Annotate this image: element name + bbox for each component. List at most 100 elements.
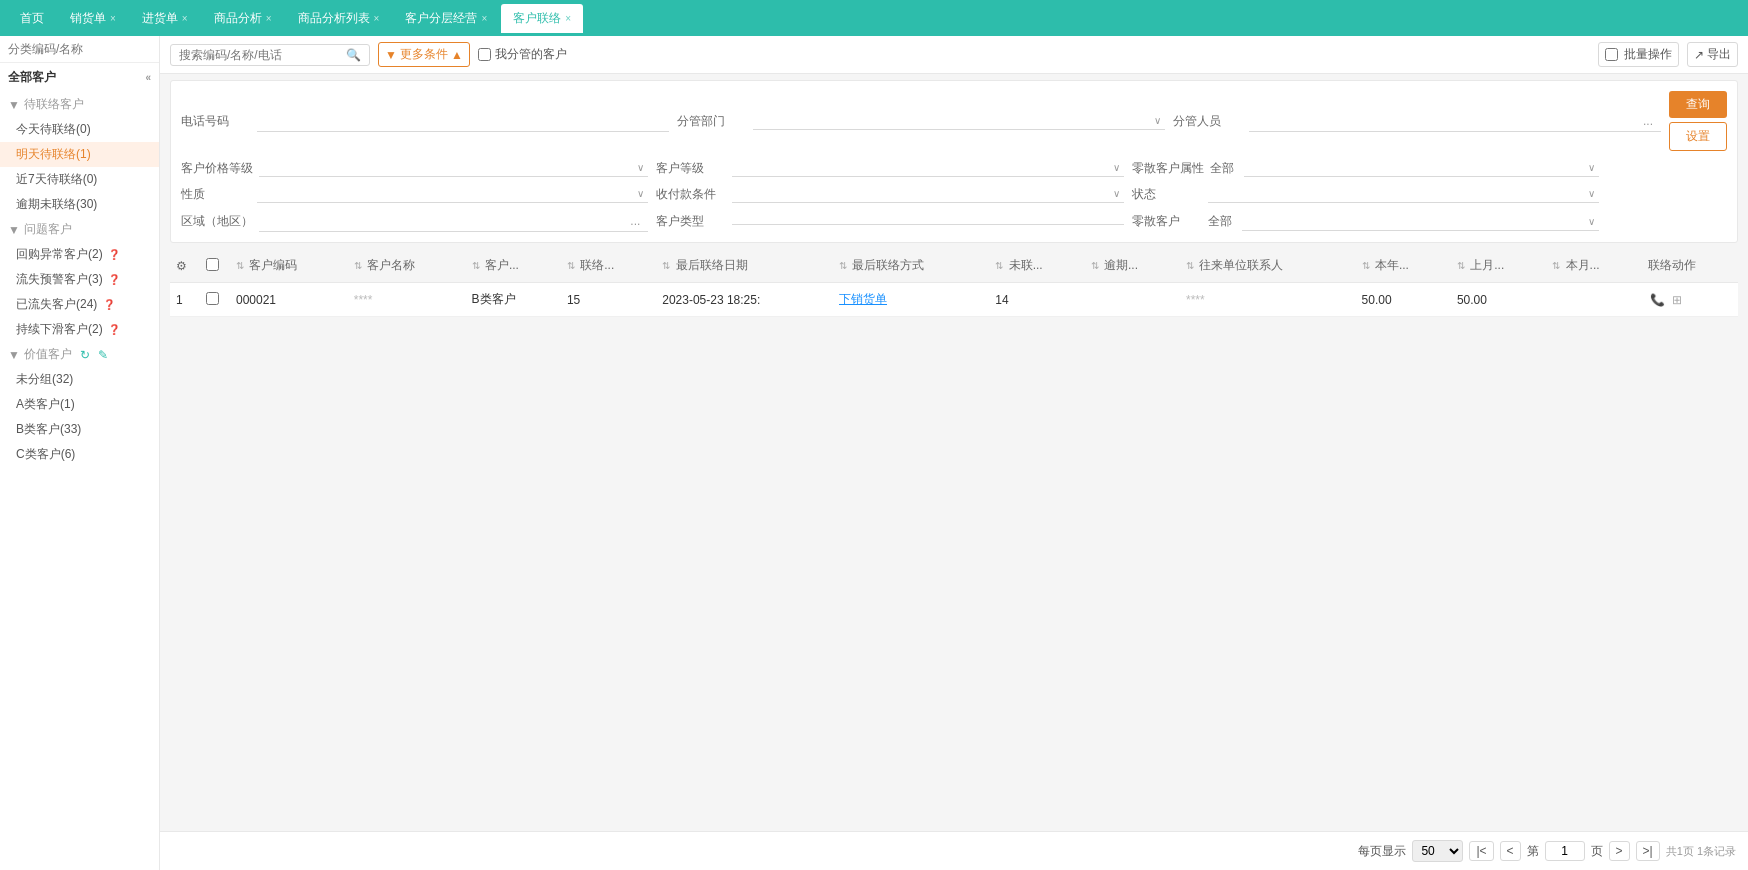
sidebar-item-overdue[interactable]: 逾期未联络(30) <box>0 192 159 217</box>
all-customers-header[interactable]: 全部客户 « <box>0 63 159 92</box>
filter-customer-level: 客户等级 ∨ <box>656 159 1123 177</box>
nav-analysis-list[interactable]: 商品分析列表 × <box>286 4 392 33</box>
row-actions: 📞 ⊞ <box>1642 283 1738 317</box>
export-button[interactable]: ↗ 导出 <box>1687 42 1738 67</box>
group-label-pending: ▼ 待联络客户 <box>0 92 159 117</box>
nature-label: 性质 <box>181 186 251 203</box>
sidebar-item-b-class[interactable]: B类客户(33) <box>0 417 159 442</box>
refresh-icon[interactable]: ↻ <box>80 348 90 362</box>
search-icon[interactable]: 🔍 <box>346 48 361 62</box>
last-page-button[interactable]: >| <box>1636 841 1660 861</box>
action-phone-icon[interactable]: 📞 <box>1650 293 1665 307</box>
retail-select[interactable]: ∨ <box>1242 213 1599 231</box>
query-button[interactable]: 查询 <box>1669 91 1727 118</box>
col-last-month: ⇅ 上月... <box>1451 249 1546 283</box>
row-code: 000021 <box>230 283 348 317</box>
first-page-button[interactable]: |< <box>1469 841 1493 861</box>
sidebar-item-7days[interactable]: 近7天待联络(0) <box>0 167 159 192</box>
action-grid-icon[interactable]: ⊞ <box>1672 293 1682 307</box>
search-box: 🔍 <box>170 44 370 66</box>
filter-person: 分管人员 ... <box>1173 111 1661 132</box>
nav-customer-contact[interactable]: 客户联络 × <box>501 4 583 33</box>
my-customers-checkbox[interactable]: 我分管的客户 <box>478 46 567 63</box>
sidebar-search-input[interactable] <box>8 42 158 56</box>
page-suffix: 页 <box>1591 843 1603 860</box>
status-select[interactable]: ∨ <box>1208 185 1599 203</box>
sidebar-item-declining[interactable]: 持续下滑客户(2) ❓ <box>0 317 159 342</box>
bulk-action-button[interactable]: 批量操作 <box>1598 42 1679 67</box>
filter-type: 客户类型 <box>656 213 1123 230</box>
col-overdue: ⇅ 逾期... <box>1085 249 1180 283</box>
row-last-method[interactable]: 下销货单 <box>833 283 989 317</box>
search-input[interactable] <box>179 48 342 62</box>
row-current-month <box>1546 283 1641 317</box>
type-select[interactable] <box>732 218 1123 225</box>
filter-row-1: 电话号码 分管部门 ∨ 分管人员 ... 查询 设置 <box>181 91 1727 151</box>
nav-purchase[interactable]: 进货单 × <box>130 4 200 33</box>
edit-icon[interactable]: ✎ <box>98 348 108 362</box>
bulk-checkbox[interactable] <box>1605 48 1618 61</box>
person-label: 分管人员 <box>1173 113 1243 130</box>
per-page-label: 每页显示 <box>1358 843 1406 860</box>
row-check[interactable] <box>206 292 219 305</box>
price-level-select[interactable]: ∨ <box>259 159 648 177</box>
sidebar-item-churn-warning[interactable]: 流失预警客户(3) ❓ <box>0 267 159 292</box>
row-last-month: 50.00 <box>1451 283 1546 317</box>
sidebar-item-ungrouped[interactable]: 未分组(32) <box>0 367 159 392</box>
payment-select[interactable]: ∨ <box>732 185 1123 203</box>
select-all-checkbox[interactable] <box>206 258 219 271</box>
content-area: 🔍 ▼ 更多条件 ▲ 我分管的客户 批量操作 ↗ 导出 <box>160 36 1748 870</box>
row-name: **** <box>348 283 466 317</box>
row-uncontacted: 14 <box>989 283 1084 317</box>
region-select[interactable]: ... <box>259 211 648 232</box>
close-icon[interactable]: × <box>565 13 571 24</box>
row-checkbox[interactable] <box>200 283 230 317</box>
filter-region: 区域（地区） ... <box>181 211 648 232</box>
sidebar-item-a-class[interactable]: A类客户(1) <box>0 392 159 417</box>
close-icon[interactable]: × <box>481 13 487 24</box>
phone-input[interactable] <box>257 111 669 132</box>
table-row: 1 000021 **** B类客户 15 2023-05-23 18:25: … <box>170 283 1738 317</box>
retail-attr-value: 全部 <box>1210 160 1234 177</box>
dept-select[interactable]: ∨ <box>753 112 1165 130</box>
prev-page-button[interactable]: < <box>1500 841 1521 861</box>
col-current-year: ⇅ 本年... <box>1356 249 1451 283</box>
nature-select[interactable]: ∨ <box>257 185 648 203</box>
sidebar-item-c-class[interactable]: C类客户(6) <box>0 442 159 467</box>
nav-analysis[interactable]: 商品分析 × <box>202 4 284 33</box>
customer-level-select[interactable]: ∨ <box>732 159 1123 177</box>
col-action: 联络动作 <box>1642 249 1738 283</box>
sidebar-item-churned[interactable]: 已流失客户(24) ❓ <box>0 292 159 317</box>
filter-payment: 收付款条件 ∨ <box>656 185 1123 203</box>
sidebar-item-today[interactable]: 今天待联络(0) <box>0 117 159 142</box>
close-icon[interactable]: × <box>266 13 272 24</box>
row-type: B类客户 <box>466 283 561 317</box>
per-page-select[interactable]: 50 100 200 <box>1412 840 1463 862</box>
row-contacts: 15 <box>561 283 656 317</box>
col-last-date: ⇅ 最后联络日期 <box>656 249 833 283</box>
close-icon[interactable]: × <box>182 13 188 24</box>
my-customers-check-input[interactable] <box>478 48 491 61</box>
nav-home[interactable]: 首页 <box>8 4 56 33</box>
filter-action-btns: 查询 设置 <box>1669 91 1727 151</box>
close-icon[interactable]: × <box>374 13 380 24</box>
retail-attr-select[interactable]: ∨ <box>1244 159 1599 177</box>
sidebar-item-repurchase[interactable]: 回购异常客户(2) ❓ <box>0 242 159 267</box>
set-button[interactable]: 设置 <box>1669 122 1727 151</box>
sidebar-item-tomorrow[interactable]: 明天待联络(1) <box>0 142 159 167</box>
person-select[interactable]: ... <box>1249 111 1661 132</box>
col-settings[interactable]: ⚙ <box>170 249 200 283</box>
retail-attr-label: 零散客户属性 <box>1132 160 1204 177</box>
region-label: 区域（地区） <box>181 213 253 230</box>
next-page-button[interactable]: > <box>1609 841 1630 861</box>
nav-sales[interactable]: 销货单 × <box>58 4 128 33</box>
nav-customer-tier[interactable]: 客户分层经营 × <box>393 4 499 33</box>
close-icon[interactable]: × <box>110 13 116 24</box>
col-checkbox[interactable] <box>200 249 230 283</box>
filter-retail: 零散客户 全部 ∨ <box>1132 213 1599 231</box>
col-uncontacted: ⇅ 未联... <box>989 249 1084 283</box>
table-container: ⚙ ⇅ 客户编码 ⇅ 客户名称 ⇅ 客户... <box>160 249 1748 831</box>
page-input[interactable] <box>1545 841 1585 861</box>
total-info: 共1页 1条记录 <box>1666 844 1736 859</box>
filter-button[interactable]: ▼ 更多条件 ▲ <box>378 42 470 67</box>
